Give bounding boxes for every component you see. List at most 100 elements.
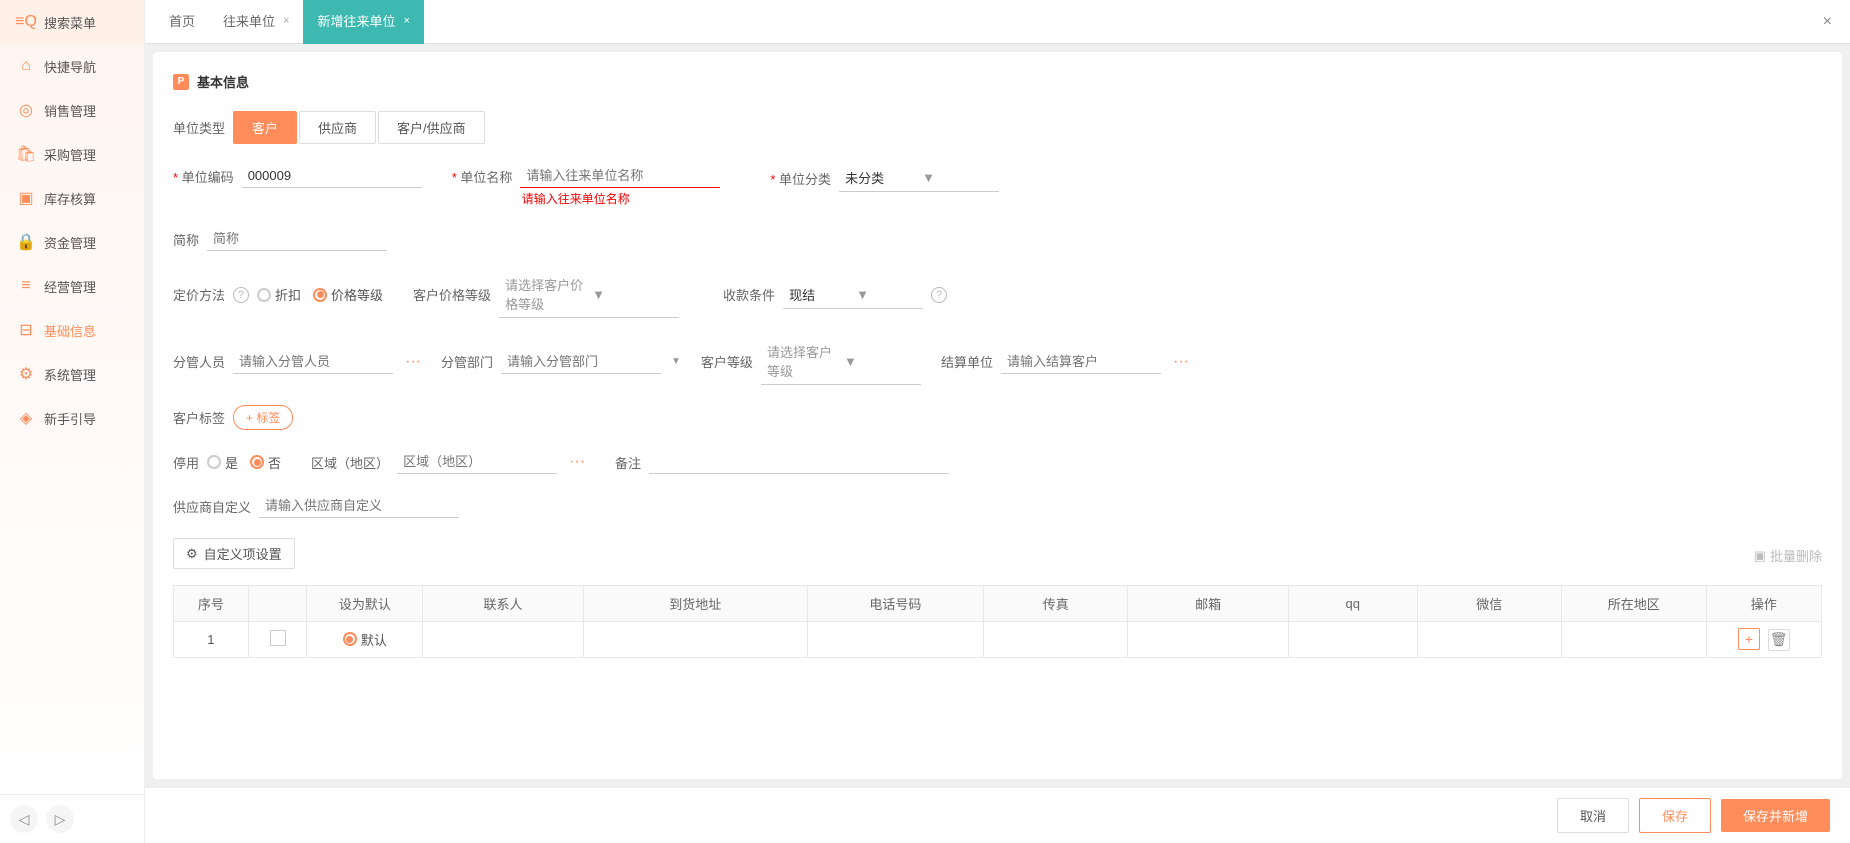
sidebar-item-purchase[interactable]: 🛍 采购管理 xyxy=(0,132,144,176)
unit-btn-both[interactable]: 客户/供应商 xyxy=(378,111,485,144)
name-input[interactable] xyxy=(520,164,720,188)
short-name-group: 简称 xyxy=(173,227,387,251)
customer-price-placeholder: 请选择客户价格等级 xyxy=(505,275,586,313)
add-row-btn[interactable]: + xyxy=(1738,628,1760,650)
customer-level-label: 客户等级 xyxy=(701,352,753,371)
gear-icon: ⚙ xyxy=(186,546,198,562)
disable-radio-no[interactable]: 否 xyxy=(250,453,281,472)
sidebar-item-system[interactable]: ⚙ 系统管理 xyxy=(0,352,144,396)
fax-input[interactable] xyxy=(1021,632,1091,647)
category-select[interactable]: 未分类 ▼ xyxy=(839,164,999,192)
category-label: 单位分类 xyxy=(770,169,831,188)
price-level-radio-circle xyxy=(313,288,327,302)
customer-price-select[interactable]: 请选择客户价格等级 ▼ xyxy=(499,271,679,318)
save-new-button[interactable]: 保存并新增 xyxy=(1721,799,1830,832)
cell-region[interactable] xyxy=(1562,622,1707,658)
remark-label: 备注 xyxy=(615,453,641,472)
address-input[interactable] xyxy=(635,632,755,647)
pricing-help-icon[interactable]: ? xyxy=(233,287,249,303)
manager-input[interactable] xyxy=(233,350,393,374)
sidebar-item-stock[interactable]: ▣ 库存核算 xyxy=(0,176,144,220)
customer-level-select[interactable]: 请选择客户等级 ▼ xyxy=(761,338,921,385)
unit-type-row: 单位类型 客户 供应商 客户/供应商 xyxy=(173,111,1822,144)
sidebar-label-operations: 经营管理 xyxy=(44,277,96,296)
name-group: 单位名称 请输入往来单位名称 xyxy=(452,164,721,207)
sidebar-label-stock: 库存核算 xyxy=(44,189,96,208)
sidebar-item-finance[interactable]: 🔒 资金管理 xyxy=(0,220,144,264)
bottom-action-bar: 取消 保存 保存并新增 xyxy=(145,787,1850,843)
dept-input[interactable] xyxy=(501,350,661,374)
unit-btn-supplier[interactable]: 供应商 xyxy=(299,111,376,144)
region-input[interactable] xyxy=(397,450,557,474)
code-input[interactable] xyxy=(242,164,422,188)
disable-radio-yes[interactable]: 是 xyxy=(207,453,238,472)
disable-radio-group: 是 否 xyxy=(207,453,281,472)
payment-select[interactable]: 现结 ▼ xyxy=(783,281,923,309)
manager-group: 分管人员 ··· xyxy=(173,350,421,374)
cell-wechat[interactable] xyxy=(1417,622,1562,658)
short-name-input[interactable] xyxy=(207,227,387,251)
qq-input[interactable] xyxy=(1323,632,1383,647)
sidebar-item-search-menu[interactable]: ≡Q 搜索菜单 xyxy=(0,0,144,44)
pricing-radio-price-level[interactable]: 价格等级 xyxy=(313,285,383,304)
sidebar-label-purchase: 采购管理 xyxy=(44,145,96,164)
sidebar-label-search-menu: 搜索菜单 xyxy=(44,13,96,32)
tab-partner-list-close[interactable]: × xyxy=(283,15,289,27)
disable-no-circle xyxy=(250,455,264,469)
remark-input[interactable] xyxy=(649,450,949,474)
tab-home[interactable]: 首页 xyxy=(155,0,209,44)
wechat-input[interactable] xyxy=(1454,632,1524,647)
row-checkbox[interactable] xyxy=(270,630,286,646)
payment-help-icon[interactable]: ? xyxy=(931,287,947,303)
name-label: 单位名称 xyxy=(452,167,513,186)
supplier-custom-input[interactable] xyxy=(259,494,459,518)
sidebar-expand-btn[interactable]: ▷ xyxy=(46,805,74,833)
settlement-more-btn[interactable]: ··· xyxy=(1173,353,1189,371)
cell-qq[interactable] xyxy=(1288,622,1417,658)
manager-more-btn[interactable]: ··· xyxy=(405,353,421,371)
cell-email[interactable] xyxy=(1128,622,1288,658)
pricing-radio-discount[interactable]: 折扣 xyxy=(257,285,301,304)
cell-contact[interactable] xyxy=(423,622,583,658)
cell-fax[interactable] xyxy=(983,622,1128,658)
table-region-input[interactable] xyxy=(1599,632,1669,647)
search-menu-icon: ≡Q xyxy=(16,12,36,32)
col-wechat: 微信 xyxy=(1417,586,1562,622)
tab-bar: 首页 往来单位 × 新增往来单位 × × xyxy=(145,0,1850,44)
default-radio[interactable]: 默认 xyxy=(317,630,412,649)
cell-address[interactable] xyxy=(583,622,807,658)
tag-group: 客户标签 + 标签 xyxy=(173,405,293,430)
settlement-input[interactable] xyxy=(1001,350,1161,374)
save-button[interactable]: 保存 xyxy=(1639,798,1711,833)
phone-input[interactable] xyxy=(850,632,940,647)
operations-icon: ≡ xyxy=(16,276,36,296)
sidebar-item-base-info[interactable]: ⊟ 基础信息 xyxy=(0,308,144,352)
contact-table: 序号 设为默认 联系人 到货地址 电话号码 传真 邮箱 qq 微信 所在地区 操… xyxy=(173,585,1822,658)
remark-group: 备注 xyxy=(615,450,949,474)
col-phone: 电话号码 xyxy=(807,586,983,622)
form-content: P 基本信息 单位类型 客户 供应商 客户/供应商 单位编码 单位名称 xyxy=(153,52,1842,779)
region-more-btn[interactable]: ··· xyxy=(569,453,585,471)
batch-delete-btn[interactable]: ▣ 批量删除 xyxy=(1754,546,1822,565)
cell-phone[interactable] xyxy=(807,622,983,658)
delete-row-btn[interactable]: 🗑 xyxy=(1768,629,1790,651)
tab-add-partner-close[interactable]: × xyxy=(403,15,409,27)
sidebar-collapse-btn[interactable]: ◁ xyxy=(10,805,38,833)
cancel-button[interactable]: 取消 xyxy=(1557,798,1629,833)
cell-seq: 1 xyxy=(174,622,249,658)
sidebar-item-sales[interactable]: ◎ 销售管理 xyxy=(0,88,144,132)
sidebar-item-guide[interactable]: ◈ 新手引导 xyxy=(0,396,144,440)
email-input[interactable] xyxy=(1168,632,1248,647)
sidebar-item-operations[interactable]: ≡ 经营管理 xyxy=(0,264,144,308)
cell-check[interactable] xyxy=(248,622,307,658)
tab-add-partner[interactable]: 新增往来单位 × xyxy=(303,0,423,44)
sidebar-label-quick-nav: 快捷导航 xyxy=(44,57,96,76)
add-tag-btn[interactable]: + 标签 xyxy=(233,405,293,430)
contact-input[interactable] xyxy=(463,632,543,647)
pricing-group: 定价方法 ? 折扣 价格等级 xyxy=(173,285,383,304)
unit-btn-customer[interactable]: 客户 xyxy=(233,111,297,144)
sidebar-item-quick-nav[interactable]: ⌂ 快捷导航 xyxy=(0,44,144,88)
window-close-btn[interactable]: × xyxy=(1815,13,1840,31)
custom-setting-btn[interactable]: ⚙ 自定义项设置 xyxy=(173,538,295,569)
tab-partner-list[interactable]: 往来单位 × xyxy=(209,0,303,44)
